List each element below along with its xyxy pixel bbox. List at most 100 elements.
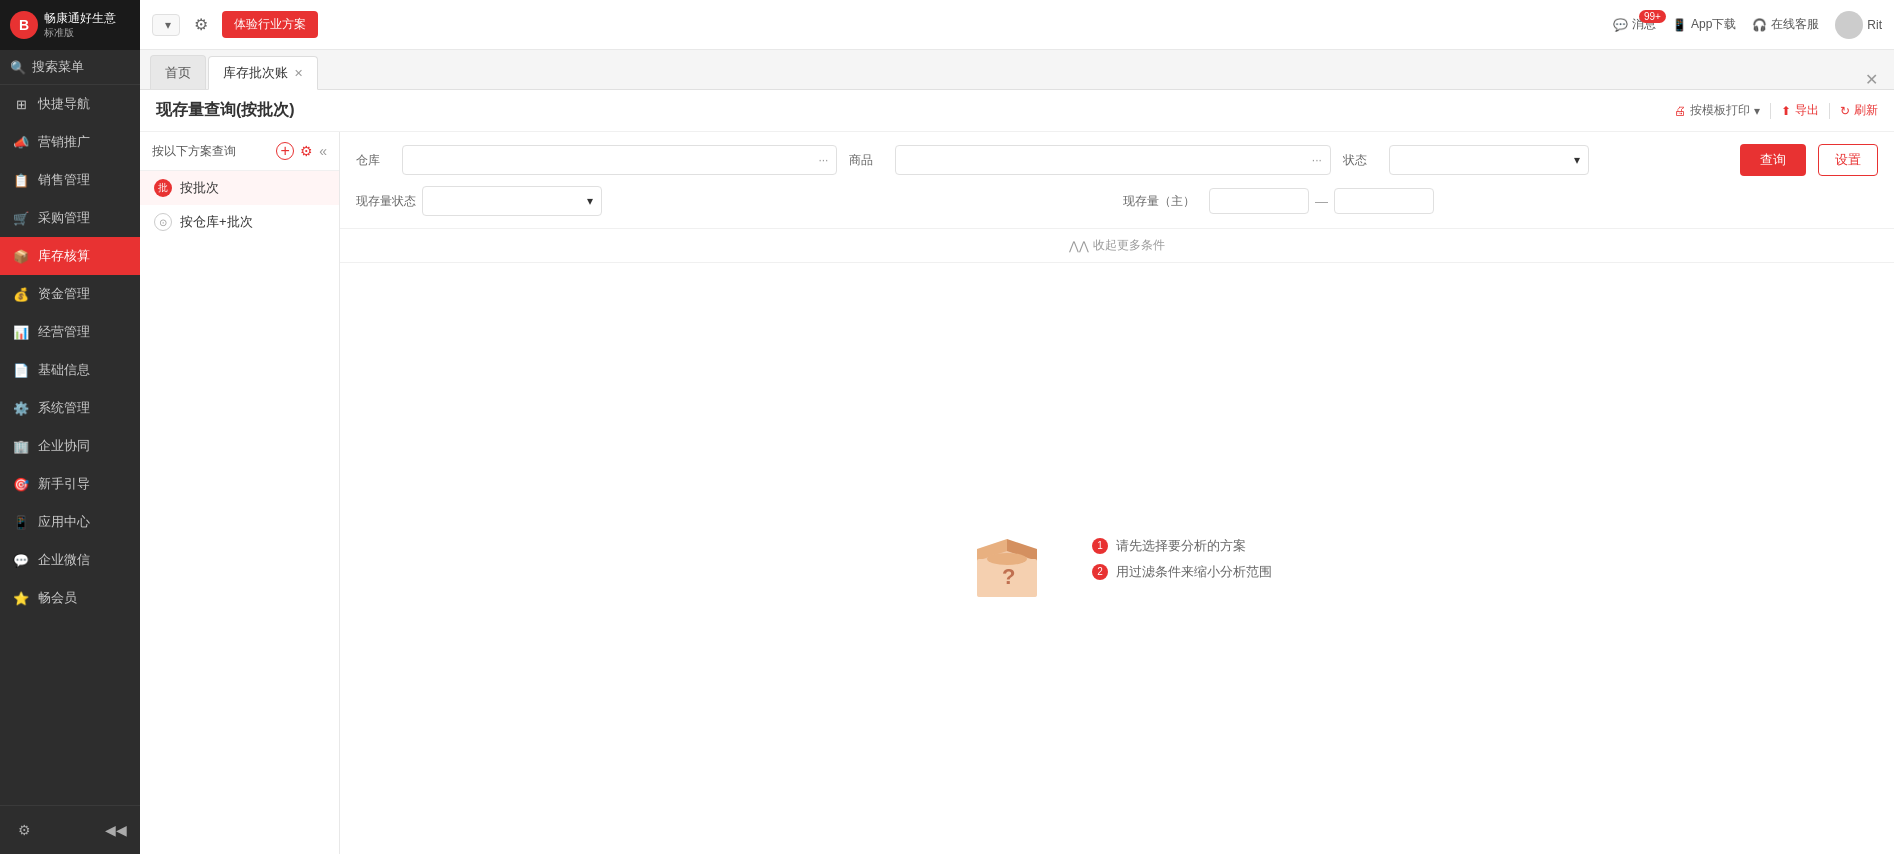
sidebar-collapse-button[interactable]: ◀◀ bbox=[102, 816, 130, 844]
product-label: 商品 bbox=[849, 152, 889, 169]
print-button[interactable]: 🖨 按模板打印 ▾ bbox=[1674, 102, 1760, 119]
member-icon: ⭐ bbox=[12, 589, 30, 607]
right-panel: 仓库 ··· 商品 ··· 状态 bbox=[340, 132, 1894, 854]
inventory-amount-range: — bbox=[1209, 188, 1878, 214]
sidebar-settings-button[interactable]: ⚙ bbox=[10, 816, 38, 844]
divider bbox=[1770, 103, 1771, 119]
sidebar-item-inventory[interactable]: 📦 库存核算 bbox=[0, 237, 140, 275]
sidebar-item-purchase[interactable]: 🛒 采购管理 bbox=[0, 199, 140, 237]
sidebar-item-finance[interactable]: 💰 资金管理 bbox=[0, 275, 140, 313]
message-icon: 💬 bbox=[1613, 18, 1628, 32]
header-settings-button[interactable]: ⚙ bbox=[186, 10, 216, 40]
sidebar-item-guide[interactable]: 🎯 新手引导 bbox=[0, 465, 140, 503]
warehouse-label: 仓库 bbox=[356, 152, 396, 169]
plan-item-batch[interactable]: 批 按批次 bbox=[140, 171, 339, 205]
operations-icon: 📊 bbox=[12, 323, 30, 341]
app-download-action[interactable]: 📱 App下载 bbox=[1672, 16, 1736, 33]
tabs-bar: 首页 库存批次账 ✕ ✕ bbox=[140, 50, 1894, 90]
sidebar-item-appstore[interactable]: 📱 应用中心 bbox=[0, 503, 140, 541]
inventory-icon: 📦 bbox=[12, 247, 30, 265]
message-action[interactable]: 💬 消息 99+ bbox=[1613, 16, 1656, 33]
enterprise-icon: 🏢 bbox=[12, 437, 30, 455]
nav-dropdown[interactable]: ▾ bbox=[152, 14, 180, 36]
query-button[interactable]: 查询 bbox=[1740, 144, 1806, 176]
page-header: 现存量查询(按批次) 🖨 按模板打印 ▾ ⬆ 导出 ↻ 刷新 bbox=[140, 90, 1894, 132]
online-support-action[interactable]: 🎧 在线客服 bbox=[1752, 16, 1819, 33]
experience-button[interactable]: 体验行业方案 bbox=[222, 11, 318, 38]
user-profile[interactable]: Rit bbox=[1835, 11, 1882, 39]
refresh-button[interactable]: ↻ 刷新 bbox=[1840, 102, 1878, 119]
sidebar-item-basic[interactable]: 📄 基础信息 bbox=[0, 351, 140, 389]
inventory-amount-label: 现存量（主） bbox=[1123, 193, 1203, 210]
inventory-amount-filter: 现存量（主） — bbox=[1123, 188, 1878, 214]
sidebar-item-marketing[interactable]: 📣 营销推广 bbox=[0, 123, 140, 161]
filter-row-1: 仓库 ··· 商品 ··· 状态 bbox=[356, 144, 1878, 176]
page-header-actions: 🖨 按模板打印 ▾ ⬆ 导出 ↻ 刷新 bbox=[1674, 102, 1878, 119]
sidebar-item-operations[interactable]: 📊 经营管理 bbox=[0, 313, 140, 351]
plan-item-warehouse-batch[interactable]: ⊙ 按仓库+批次 bbox=[140, 205, 339, 239]
status-filter: 状态 ▾ bbox=[1343, 145, 1728, 175]
collapse-up-icon: ⋀⋀ bbox=[1069, 239, 1089, 253]
app-download-label: App下载 bbox=[1691, 16, 1736, 33]
tab-inventory-batch[interactable]: 库存批次账 ✕ bbox=[208, 56, 318, 90]
export-button[interactable]: ⬆ 导出 bbox=[1781, 102, 1819, 119]
user-name: Rit bbox=[1867, 18, 1882, 32]
printer-icon: 🖨 bbox=[1674, 104, 1686, 118]
collapse-filter-button[interactable]: ⋀⋀ 收起更多条件 bbox=[340, 229, 1894, 263]
sidebar-item-member[interactable]: ⭐ 畅会员 bbox=[0, 579, 140, 617]
tip-num-1: 1 bbox=[1092, 538, 1108, 554]
warehouse-more-icon: ··· bbox=[818, 153, 828, 167]
inventory-amount-min[interactable] bbox=[1209, 188, 1309, 214]
sidebar-item-label: 营销推广 bbox=[38, 133, 90, 151]
search-label: 搜索菜单 bbox=[32, 58, 84, 76]
product-input[interactable]: ··· bbox=[895, 145, 1330, 175]
sidebar-item-label: 基础信息 bbox=[38, 361, 90, 379]
chevron-down-icon: ▾ bbox=[165, 18, 171, 32]
tab-home-label: 首页 bbox=[165, 64, 191, 82]
sidebar-nav: ⊞ 快捷导航 📣 营销推广 📋 销售管理 🛒 采购管理 📦 库存核算 💰 资金管… bbox=[0, 85, 140, 805]
filter-settings-button[interactable]: 设置 bbox=[1818, 144, 1878, 176]
purchase-icon: 🛒 bbox=[12, 209, 30, 227]
sidebar-item-label: 经营管理 bbox=[38, 323, 90, 341]
tip-num-2: 2 bbox=[1092, 564, 1108, 580]
sidebar-item-label: 库存核算 bbox=[38, 247, 90, 265]
sidebar-search[interactable]: 🔍 搜索菜单 bbox=[0, 50, 140, 85]
empty-state: ? 1 请先选择要分析的方案 2 用过滤条件来缩小分析范围 bbox=[340, 263, 1894, 854]
collapse-panel-button[interactable]: « bbox=[319, 143, 327, 159]
tab-close-page-button[interactable]: ✕ bbox=[1859, 70, 1884, 89]
sidebar-item-system[interactable]: ⚙️ 系统管理 bbox=[0, 389, 140, 427]
tab-inventory-batch-label: 库存批次账 bbox=[223, 64, 288, 82]
settings-plan-button[interactable]: ⚙ bbox=[300, 143, 313, 159]
product-filter: 商品 ··· bbox=[849, 145, 1330, 175]
empty-state-content: ? 1 请先选择要分析的方案 2 用过滤条件来缩小分析范围 bbox=[962, 509, 1272, 609]
app-version: 标准版 bbox=[44, 26, 116, 39]
svg-text:?: ? bbox=[1002, 564, 1015, 589]
export-label: 导出 bbox=[1795, 102, 1819, 119]
sidebar-item-sales[interactable]: 📋 销售管理 bbox=[0, 161, 140, 199]
app-logo: B bbox=[10, 11, 38, 39]
breadcrumb-area: ▾ ⚙ 体验行业方案 bbox=[152, 10, 1603, 40]
plan-icon-warehouse-batch: ⊙ bbox=[154, 213, 172, 231]
search-icon: 🔍 bbox=[10, 60, 26, 75]
sidebar-item-enterprise[interactable]: 🏢 企业协同 bbox=[0, 427, 140, 465]
phone-icon: 📱 bbox=[1672, 18, 1687, 32]
online-support-label: 在线客服 bbox=[1771, 16, 1819, 33]
sidebar-item-label: 企业微信 bbox=[38, 551, 90, 569]
marketing-icon: 📣 bbox=[12, 133, 30, 151]
add-plan-button[interactable]: + bbox=[276, 142, 294, 160]
sidebar-item-quick-nav[interactable]: ⊞ 快捷导航 bbox=[0, 85, 140, 123]
sidebar-item-wechat[interactable]: 💬 企业微信 bbox=[0, 541, 140, 579]
tab-close-button[interactable]: ✕ bbox=[294, 67, 303, 80]
tab-home[interactable]: 首页 bbox=[150, 55, 206, 89]
top-header: ▾ ⚙ 体验行业方案 💬 消息 99+ 📱 App下载 🎧 在线客服 Rit bbox=[140, 0, 1894, 50]
inventory-status-select[interactable]: ▾ bbox=[422, 186, 602, 216]
empty-tip-2: 2 用过滤条件来缩小分析范围 bbox=[1092, 563, 1272, 581]
inventory-amount-max[interactable] bbox=[1334, 188, 1434, 214]
tip-text-1: 请先选择要分析的方案 bbox=[1116, 537, 1246, 555]
warehouse-input[interactable]: ··· bbox=[402, 145, 837, 175]
sidebar-item-label: 快捷导航 bbox=[38, 95, 90, 113]
status-select[interactable]: ▾ bbox=[1389, 145, 1589, 175]
left-panel-icons: + ⚙ « bbox=[276, 142, 327, 160]
sidebar-header: B 畅康通好生意 标准版 bbox=[0, 0, 140, 50]
content-area: 按以下方案查询 + ⚙ « 批 按批次 ⊙ 按仓库+批次 bbox=[140, 132, 1894, 854]
